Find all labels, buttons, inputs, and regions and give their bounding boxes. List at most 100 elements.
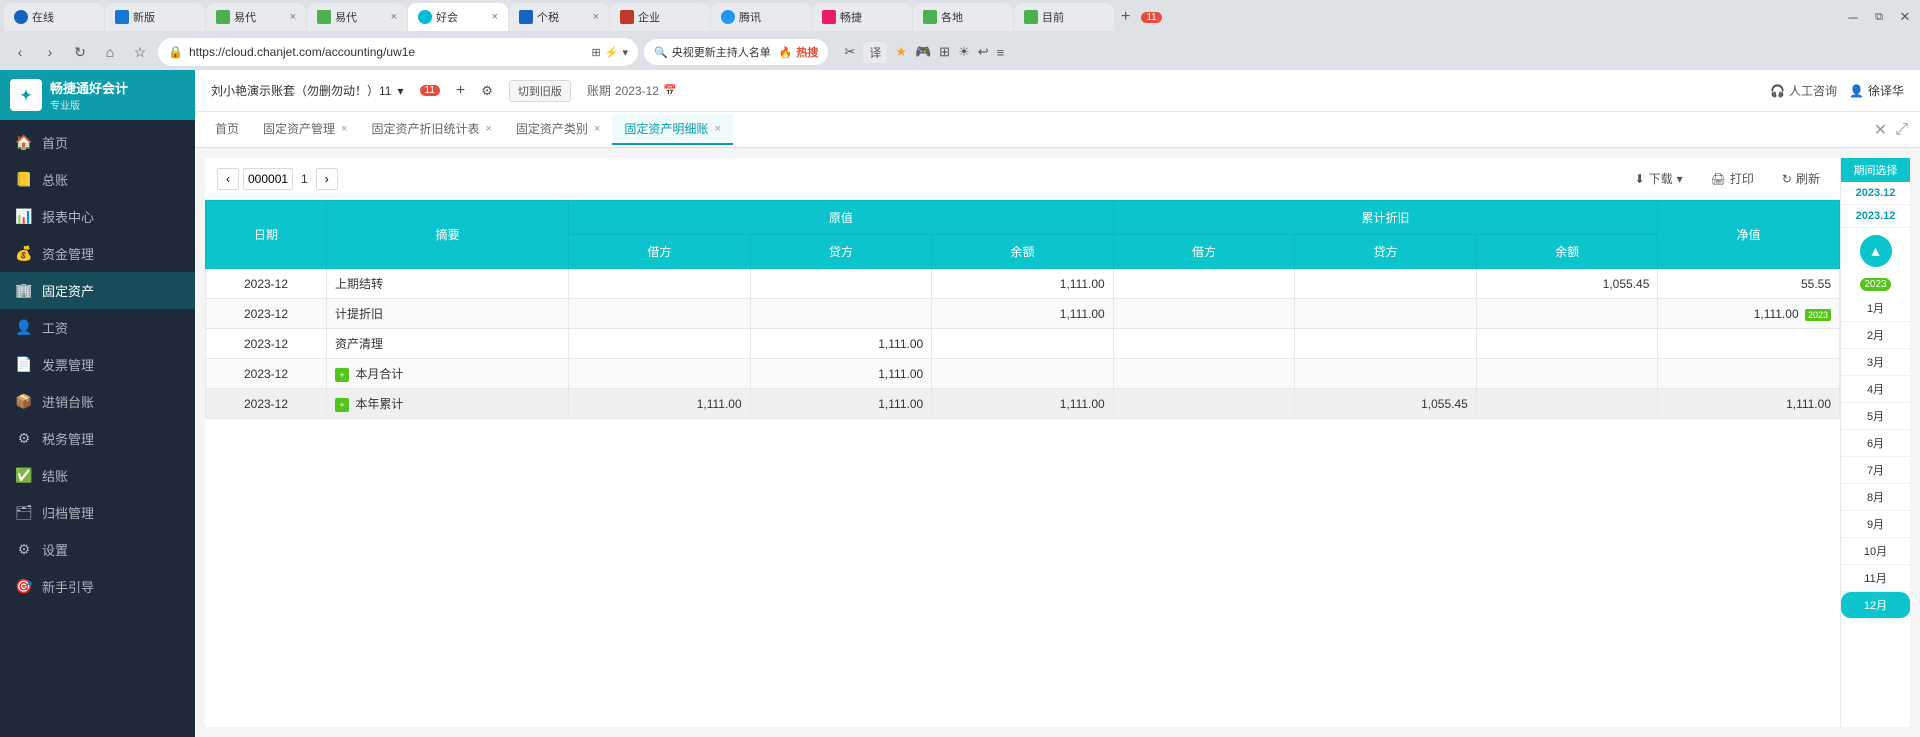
tab-fixed-category[interactable]: 固定资产类别 × bbox=[504, 114, 612, 145]
tab-fixed-detail[interactable]: 固定资产明细账 × bbox=[612, 114, 732, 145]
reload-button[interactable]: ↻ bbox=[68, 40, 92, 64]
period-month-6[interactable]: 6月 bbox=[1841, 430, 1910, 457]
switch-version-button[interactable]: 切到旧版 bbox=[509, 80, 571, 102]
page-number-input[interactable] bbox=[243, 168, 293, 190]
period-month-5[interactable]: 5月 bbox=[1841, 403, 1910, 430]
download-button[interactable]: ⬇ 下载 ▾ bbox=[1627, 166, 1691, 191]
tab-fixed-mgmt[interactable]: 固定资产管理 × bbox=[251, 114, 359, 145]
history-icon[interactable]: ↩ bbox=[978, 44, 989, 60]
tab-depreciation-stats[interactable]: 固定资产折旧统计表 × bbox=[359, 114, 503, 145]
sidebar-item-salary[interactable]: 👤 工资 bbox=[0, 309, 195, 346]
tab5-close-icon[interactable]: × bbox=[492, 11, 498, 23]
sidebar-item-ledger[interactable]: 📒 总账 bbox=[0, 161, 195, 198]
browser-tab-3[interactable]: 易代 × bbox=[206, 3, 306, 31]
sidebar-item-settings[interactable]: ⚙ 设置 bbox=[0, 531, 195, 568]
search-text: 央视更新主持人名单 bbox=[672, 44, 771, 60]
close-all-tabs-button[interactable]: ✕ bbox=[1870, 120, 1891, 140]
period-month-2[interactable]: 2月 bbox=[1841, 322, 1910, 349]
browser-tab-7[interactable]: 企业 bbox=[610, 3, 710, 31]
sidebar-item-reports[interactable]: 📊 报表中心 bbox=[0, 198, 195, 235]
bookmark-button[interactable]: ☆ bbox=[128, 40, 152, 64]
refresh-button[interactable]: ↻ 刷新 bbox=[1774, 166, 1828, 191]
browser-tab-4[interactable]: 易代 × bbox=[307, 3, 407, 31]
scroll-up-button[interactable]: ▲ bbox=[1841, 228, 1910, 274]
flash-icon[interactable]: ⚡ bbox=[605, 46, 619, 59]
settings-gear-icon[interactable]: ⚙ bbox=[481, 83, 493, 99]
brightness-icon[interactable]: ☀ bbox=[958, 44, 970, 60]
refresh-label: 刷新 bbox=[1796, 170, 1820, 187]
next-page-button[interactable]: › bbox=[316, 168, 338, 190]
scissors-icon[interactable]: ✂ bbox=[844, 44, 855, 60]
logo-icon: ✦ bbox=[20, 87, 32, 104]
period-month-1[interactable]: 1月 bbox=[1841, 295, 1910, 322]
period-month-4[interactable]: 4月 bbox=[1841, 376, 1910, 403]
period-date-2[interactable]: 2023.12 bbox=[1841, 205, 1910, 228]
sidebar-item-invoice[interactable]: 📄 发票管理 bbox=[0, 346, 195, 383]
period-month-12[interactable]: 12月 bbox=[1841, 592, 1910, 619]
search-bar[interactable]: 🔍 央视更新主持人名单 🔥 热搜 bbox=[644, 39, 828, 65]
tab2-label: 新版 bbox=[133, 9, 195, 25]
period-date-1[interactable]: 2023.12 bbox=[1841, 182, 1910, 205]
sidebar-item-closing[interactable]: ✅ 结账 bbox=[0, 457, 195, 494]
calendar-icon[interactable]: 📅 bbox=[663, 84, 677, 97]
qr-code-icon[interactable]: ⊞ bbox=[592, 46, 601, 59]
game-icon[interactable]: 🎮 bbox=[915, 44, 931, 60]
add-company-icon[interactable]: + bbox=[456, 82, 465, 100]
print-button[interactable]: 🖨 打印 bbox=[1703, 166, 1762, 191]
period-month-10[interactable]: 10月 bbox=[1841, 538, 1910, 565]
sidebar-item-tax[interactable]: ⚙ 税务管理 bbox=[0, 420, 195, 457]
tab3-close-icon[interactable]: × bbox=[290, 11, 296, 23]
row1-accum-credit bbox=[1295, 269, 1477, 299]
tab-depreciation-close-icon[interactable]: × bbox=[485, 123, 491, 135]
grid-icon[interactable]: ⊞ bbox=[939, 44, 950, 60]
back-button[interactable]: ‹ bbox=[8, 40, 32, 64]
browser-tab-5[interactable]: 好会 × bbox=[408, 3, 508, 31]
tab4-close-icon[interactable]: × bbox=[391, 11, 397, 23]
address-bar[interactable]: 🔒 https://cloud.chanjet.com/accounting/u… bbox=[158, 38, 638, 66]
sidebar-item-inventory[interactable]: 📦 进销台账 bbox=[0, 383, 195, 420]
support-button[interactable]: 🎧 人工咨询 bbox=[1770, 82, 1837, 99]
period-month-3[interactable]: 3月 bbox=[1841, 349, 1910, 376]
translate-button[interactable]: 译 bbox=[863, 42, 887, 63]
period-month-8[interactable]: 8月 bbox=[1841, 484, 1910, 511]
star-icon[interactable]: ★ bbox=[895, 44, 907, 60]
sidebar-item-guide[interactable]: 🎯 新手引导 bbox=[0, 568, 195, 605]
prev-page-button[interactable]: ‹ bbox=[217, 168, 239, 190]
home-nav-button[interactable]: ⌂ bbox=[98, 40, 122, 64]
sidebar-item-archive[interactable]: 🗂 归档管理 bbox=[0, 494, 195, 531]
tab-fixed-mgmt-close-icon[interactable]: × bbox=[341, 123, 347, 135]
tab-fixed-category-close-icon[interactable]: × bbox=[594, 123, 600, 135]
new-tab-button[interactable]: + bbox=[1115, 3, 1136, 31]
period-month-7[interactable]: 7月 bbox=[1841, 457, 1910, 484]
sidebar-item-home[interactable]: 🏠 首页 bbox=[0, 124, 195, 161]
company-selector[interactable]: 刘小艳演示账套（勿删勿动！）11 ▾ bbox=[211, 82, 404, 99]
menu-icon[interactable]: ≡ bbox=[997, 45, 1005, 60]
tab-home[interactable]: 首页 bbox=[203, 114, 251, 145]
browser-tab-9[interactable]: 畅捷 bbox=[812, 3, 912, 31]
period-month-9[interactable]: 9月 bbox=[1841, 511, 1910, 538]
tab6-close-icon[interactable]: × bbox=[593, 11, 599, 23]
restore-button[interactable]: ⧉ bbox=[1868, 6, 1890, 28]
period-month-11[interactable]: 11月 bbox=[1841, 565, 1910, 592]
expand-button[interactable]: ⤢ bbox=[1891, 121, 1912, 139]
dropdown-chevron-icon[interactable]: ▾ bbox=[622, 46, 628, 59]
tab-count-badge: 11 bbox=[420, 85, 440, 96]
funds-icon: 💰 bbox=[16, 246, 32, 262]
sidebar-item-funds[interactable]: 💰 资金管理 bbox=[0, 235, 195, 272]
main-content: 刘小艳演示账套（勿删勿动！）11 ▾ 11 + ⚙ 切到旧版 账期 2023-1… bbox=[195, 70, 1920, 737]
browser-tab-10[interactable]: 各地 bbox=[913, 3, 1013, 31]
browser-tab-1[interactable]: 在线 bbox=[4, 3, 104, 31]
browser-tab-6[interactable]: 个税 × bbox=[509, 3, 609, 31]
tab6-label: 个税 bbox=[537, 9, 589, 25]
sidebar-item-fixed[interactable]: 🏢 固定资产 bbox=[0, 272, 195, 309]
scroll-top-icon[interactable]: ▲ bbox=[1860, 235, 1892, 267]
browser-tab-11[interactable]: 目前 bbox=[1014, 3, 1114, 31]
browser-tab-2[interactable]: 新版 bbox=[105, 3, 205, 31]
user-info[interactable]: 👤 徐译华 bbox=[1849, 82, 1904, 99]
tab-fixed-detail-close-icon[interactable]: × bbox=[714, 123, 720, 135]
minimize-button[interactable]: ─ bbox=[1842, 6, 1864, 28]
notification-badge[interactable]: 11 bbox=[1141, 12, 1161, 23]
close-button[interactable]: ✕ bbox=[1894, 6, 1916, 28]
forward-button[interactable]: › bbox=[38, 40, 62, 64]
browser-tab-8[interactable]: 腾讯 bbox=[711, 3, 811, 31]
